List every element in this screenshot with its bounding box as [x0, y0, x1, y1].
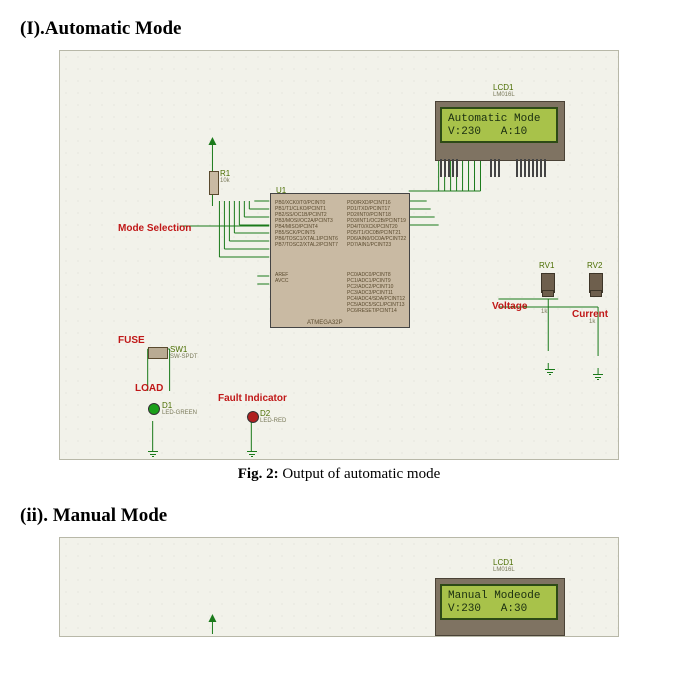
figure-2-caption-label: Fig. 2:	[238, 466, 279, 482]
lcd2-line2: V:230 A:30	[448, 603, 527, 615]
section-1-heading: (I).Automatic Mode	[20, 18, 658, 40]
mcu-chip: PB0/XCK0/T0/PCINT0 PB1/T1/CLKO/PCINT1 PB…	[270, 193, 410, 328]
voltage-label: Voltage	[492, 301, 527, 312]
sw1-type: SW-SPDT	[170, 354, 198, 360]
rv2-ref: RV2	[587, 261, 602, 270]
fuse-label: FUSE	[118, 335, 145, 346]
lcd2-screen: Manual Modeode V:230 A:30	[440, 584, 558, 620]
svg-text:ATMEGA32P: ATMEGA32P	[307, 320, 343, 326]
section-2-heading: (ii). Manual Mode	[20, 505, 658, 527]
d1-type: LED-GREEN	[162, 410, 197, 416]
lcd-type: LM016L	[493, 92, 515, 98]
svg-text:AVCC: AVCC	[275, 278, 289, 284]
figure-3-partial: LCD1 LM016L Manual Modeode V:230 A:30	[59, 537, 619, 637]
d2-type: LED-RED	[260, 418, 286, 424]
fault-indicator-label: Fault Indicator	[218, 393, 287, 404]
lcd-line2: V:230 A:10	[448, 126, 527, 138]
lcd2-ref: LCD1	[493, 558, 513, 567]
rv1-value: 1k	[541, 309, 547, 315]
lcd-ref: LCD1	[493, 83, 513, 92]
svg-text:PB7/TOSC2/XTAL2/PCINT7: PB7/TOSC2/XTAL2/PCINT7	[275, 242, 338, 248]
figure-2-caption: Fig. 2: Output of automatic mode	[59, 466, 619, 483]
schematic-automatic: LCD1 LM016L Automatic Mode V:230 A:10 PB…	[59, 50, 619, 460]
resistor-r1	[209, 171, 219, 195]
load-led	[148, 403, 160, 415]
load-label: LOAD	[135, 383, 163, 394]
sw1-ref: SW1	[170, 345, 187, 354]
lcd2-line1: Manual Modeode	[448, 590, 540, 602]
lcd-line1: Automatic Mode	[448, 113, 540, 125]
figure-2: LCD1 LM016L Automatic Mode V:230 A:10 PB…	[59, 50, 619, 483]
svg-text:PD7/AIN1/PCINT23: PD7/AIN1/PCINT23	[347, 242, 391, 248]
schematic-manual-partial: LCD1 LM016L Manual Modeode V:230 A:30	[59, 537, 619, 637]
lcd-screen: Automatic Mode V:230 A:10	[440, 107, 558, 143]
svg-text:PC6/RESET/PCINT14: PC6/RESET/PCINT14	[347, 308, 397, 314]
d1-ref: D1	[162, 401, 172, 410]
mode-selection-label: Mode Selection	[118, 223, 191, 234]
rv2-value: 1k	[589, 319, 595, 325]
pot-rv1	[541, 273, 555, 293]
r1-ref: R1	[220, 169, 230, 178]
lcd2-type: LM016L	[493, 567, 515, 573]
figure-2-caption-text: Output of automatic mode	[279, 466, 441, 482]
switch-sw1	[148, 347, 168, 359]
fault-led	[247, 411, 259, 423]
r1-value: 10k	[220, 178, 230, 184]
pot-rv2	[589, 273, 603, 293]
d2-ref: D2	[260, 409, 270, 418]
rv1-ref: RV1	[539, 261, 554, 270]
mcu-ref: U1	[276, 186, 286, 195]
